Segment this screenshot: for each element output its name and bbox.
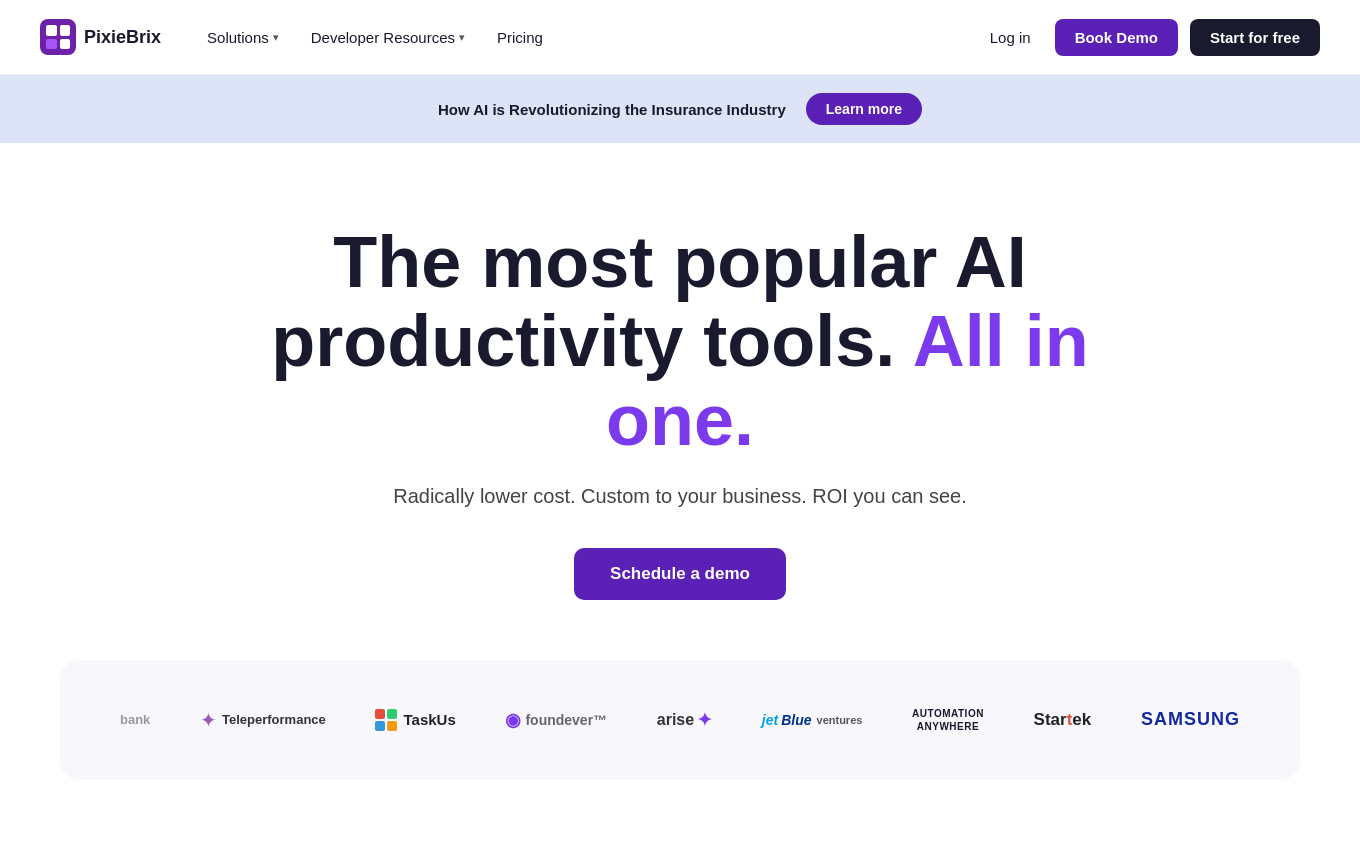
logo-dot-1	[46, 25, 57, 36]
svg-rect-0	[375, 709, 385, 719]
taskus-icon	[375, 709, 397, 731]
book-demo-button[interactable]: Book Demo	[1055, 19, 1178, 56]
schedule-demo-button[interactable]: Schedule a demo	[574, 548, 786, 600]
navbar: PixieBrix Solutions ▾ Developer Resource…	[0, 0, 1360, 75]
logos-section: bank ✦ Teleperformance TaskUs ◉ foundeve…	[60, 660, 1300, 780]
logo-text: PixieBrix	[84, 27, 161, 48]
logo-startek: Startek	[1034, 710, 1092, 730]
chevron-down-icon: ▾	[273, 31, 279, 44]
foundever-icon: ◉	[505, 709, 521, 731]
logo-arise: arise ✦	[657, 709, 712, 731]
logo-dot-2	[60, 25, 71, 36]
nav-solutions[interactable]: Solutions ▾	[193, 21, 293, 54]
announcement-banner: How AI is Revolutionizing the Insurance …	[0, 75, 1360, 143]
logo-samsung: SAMSUNG	[1141, 709, 1240, 730]
logo-automation-anywhere: AUTOMATION ANYWHERE	[912, 707, 984, 733]
logo-bank: bank	[120, 712, 150, 727]
logo-teleperformance: ✦ Teleperformance	[200, 708, 326, 732]
logo-foundever: ◉ foundever™	[505, 709, 607, 731]
logo-dot-4	[60, 39, 71, 50]
hero-title: The most popular AI productivity tools. …	[230, 223, 1130, 461]
nav-developer-resources[interactable]: Developer Resources ▾	[297, 21, 479, 54]
banner-text: How AI is Revolutionizing the Insurance …	[438, 101, 786, 118]
hero-section: The most popular AI productivity tools. …	[0, 143, 1360, 660]
arise-icon: ✦	[697, 709, 712, 731]
logo[interactable]: PixieBrix	[40, 19, 161, 55]
nav-links: Solutions ▾ Developer Resources ▾ Pricin…	[193, 21, 557, 54]
svg-rect-2	[375, 721, 385, 731]
logo-dot-3	[46, 39, 57, 50]
nav-left: PixieBrix Solutions ▾ Developer Resource…	[40, 19, 557, 55]
login-button[interactable]: Log in	[978, 21, 1043, 54]
start-free-button[interactable]: Start for free	[1190, 19, 1320, 56]
nav-pricing[interactable]: Pricing	[483, 21, 557, 54]
learn-more-button[interactable]: Learn more	[806, 93, 922, 125]
hero-subtitle: Radically lower cost. Custom to your bus…	[393, 485, 967, 508]
chevron-down-icon: ▾	[459, 31, 465, 44]
nav-right: Log in Book Demo Start for free	[978, 19, 1320, 56]
logo-taskus: TaskUs	[375, 709, 455, 731]
logo-icon	[40, 19, 76, 55]
svg-rect-1	[387, 709, 397, 719]
tp-icon: ✦	[200, 708, 217, 732]
svg-rect-3	[387, 721, 397, 731]
logo-jetblue: jetBlue ventures	[762, 712, 863, 728]
